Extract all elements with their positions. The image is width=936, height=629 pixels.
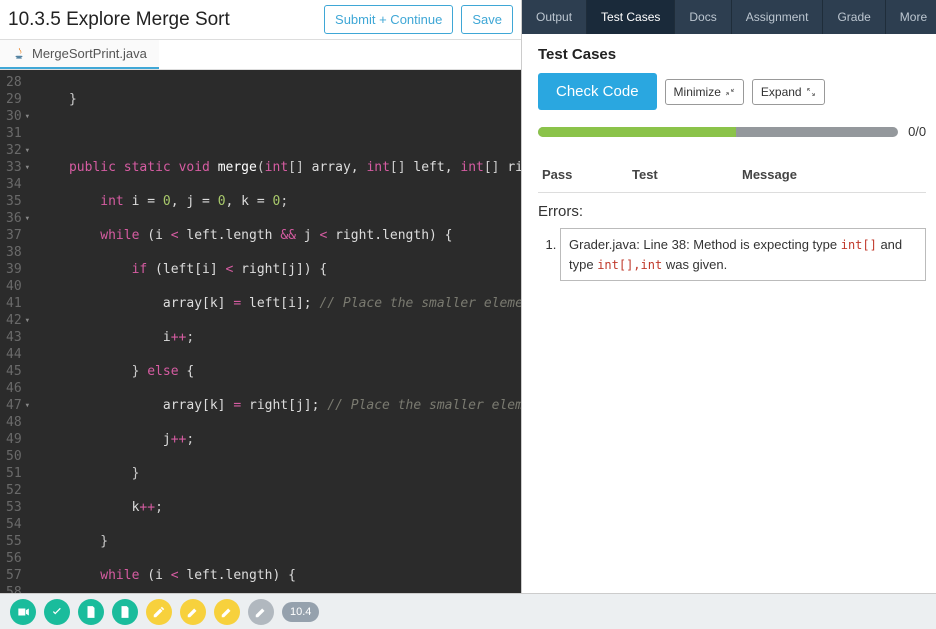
check-button[interactable]	[44, 599, 70, 625]
error-list: Grader.java: Line 38: Method is expectin…	[538, 228, 926, 281]
code-area[interactable]: } public static void merge(int[] array, …	[28, 70, 521, 593]
progress-text: 0/0	[908, 124, 926, 139]
expand-icon	[806, 87, 816, 97]
check-code-button[interactable]: Check Code	[538, 73, 657, 110]
error-item-1: Grader.java: Line 38: Method is expectin…	[560, 228, 926, 281]
line-gutter: 2829303132333435363738394041424344454647…	[0, 70, 28, 593]
pencil-icon	[152, 605, 166, 619]
file-tabs: MergeSortPrint.java	[0, 40, 521, 70]
tab-assignment[interactable]: Assignment	[732, 0, 824, 34]
check-icon	[50, 605, 64, 619]
edit-button-1[interactable]	[146, 599, 172, 625]
editor-header: 10.3.5 Explore Merge Sort Submit + Conti…	[0, 0, 521, 40]
col-pass: Pass	[542, 167, 632, 182]
results-tabs: Output Test Cases Docs Assignment Grade …	[522, 0, 936, 34]
col-test: Test	[632, 167, 742, 182]
video-icon	[16, 605, 30, 619]
progress-bar	[538, 127, 898, 137]
disabled-button	[248, 599, 274, 625]
minimize-button[interactable]: Minimize	[665, 79, 744, 105]
document-icon	[118, 605, 132, 619]
java-file-icon	[12, 47, 26, 61]
tab-docs[interactable]: Docs	[675, 0, 731, 34]
tab-test-cases[interactable]: Test Cases	[587, 0, 675, 34]
edit-button-3[interactable]	[214, 599, 240, 625]
editor-panel: 10.3.5 Explore Merge Sort Submit + Conti…	[0, 0, 522, 593]
file-tab-label: MergeSortPrint.java	[32, 46, 147, 61]
video-button[interactable]	[10, 599, 36, 625]
document-icon	[84, 605, 98, 619]
tab-output[interactable]: Output	[522, 0, 587, 34]
errors-title: Errors:	[538, 203, 926, 220]
tab-grade[interactable]: Grade	[823, 0, 885, 34]
lesson-chip[interactable]: 10.4	[282, 602, 319, 622]
doc-button-1[interactable]	[78, 599, 104, 625]
col-message: Message	[742, 167, 922, 182]
submit-continue-button[interactable]: Submit + Continue	[324, 5, 453, 34]
pencil-icon	[220, 605, 234, 619]
results-panel: Output Test Cases Docs Assignment Grade …	[522, 0, 936, 593]
file-tab-mergesortprint[interactable]: MergeSortPrint.java	[0, 40, 159, 69]
save-button[interactable]: Save	[461, 5, 513, 34]
doc-button-2[interactable]	[112, 599, 138, 625]
minimize-icon	[725, 87, 735, 97]
tab-more[interactable]: More	[886, 0, 936, 34]
pencil-icon	[186, 605, 200, 619]
pencil-icon	[254, 605, 268, 619]
progress-row: 0/0	[538, 124, 926, 139]
code-editor[interactable]: 2829303132333435363738394041424344454647…	[0, 70, 521, 593]
lesson-title: 10.3.5 Explore Merge Sort	[8, 9, 316, 31]
edit-button-2[interactable]	[180, 599, 206, 625]
test-table-header: Pass Test Message	[538, 157, 926, 193]
panel-title: Test Cases	[538, 46, 926, 63]
bottom-toolbar: 10.4	[0, 593, 936, 629]
expand-button[interactable]: Expand	[752, 79, 825, 105]
